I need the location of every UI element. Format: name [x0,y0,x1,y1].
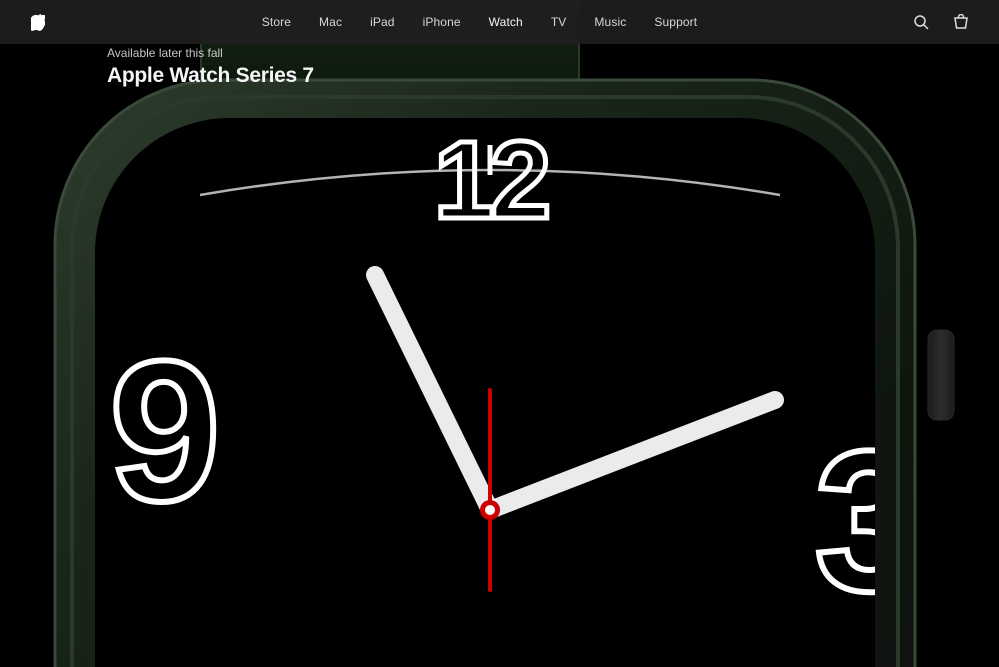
shopping-bag-button[interactable] [943,0,979,44]
nav-item-watch[interactable]: Watch [475,0,537,44]
search-button[interactable] [903,0,939,44]
hero-section: 12 9 3 [0,0,999,667]
product-title: Apple Watch Series 7 [107,64,314,88]
product-info-overlay: Available later this fall Apple Watch Se… [107,46,314,88]
watch-illustration: 12 9 3 [0,0,999,667]
nav-item-music[interactable]: Music [580,0,640,44]
navigation-bar: Store Mac iPad iPhone Watch TV Music Sup… [0,0,999,44]
nav-item-ipad[interactable]: iPad [356,0,409,44]
nav-item-mac[interactable]: Mac [305,0,356,44]
nav-item-tv[interactable]: TV [537,0,581,44]
svg-text:9: 9 [109,320,220,543]
nav-icons-container [903,0,979,44]
availability-text: Available later this fall [107,46,314,60]
nav-item-store[interactable]: Store [248,0,305,44]
apple-logo-button[interactable] [20,14,56,31]
nav-item-iphone[interactable]: iPhone [409,0,475,44]
nav-item-support[interactable]: Support [640,0,711,44]
nav-items-container: Store Mac iPad iPhone Watch TV Music Sup… [56,0,903,44]
svg-text:12: 12 [434,119,547,242]
